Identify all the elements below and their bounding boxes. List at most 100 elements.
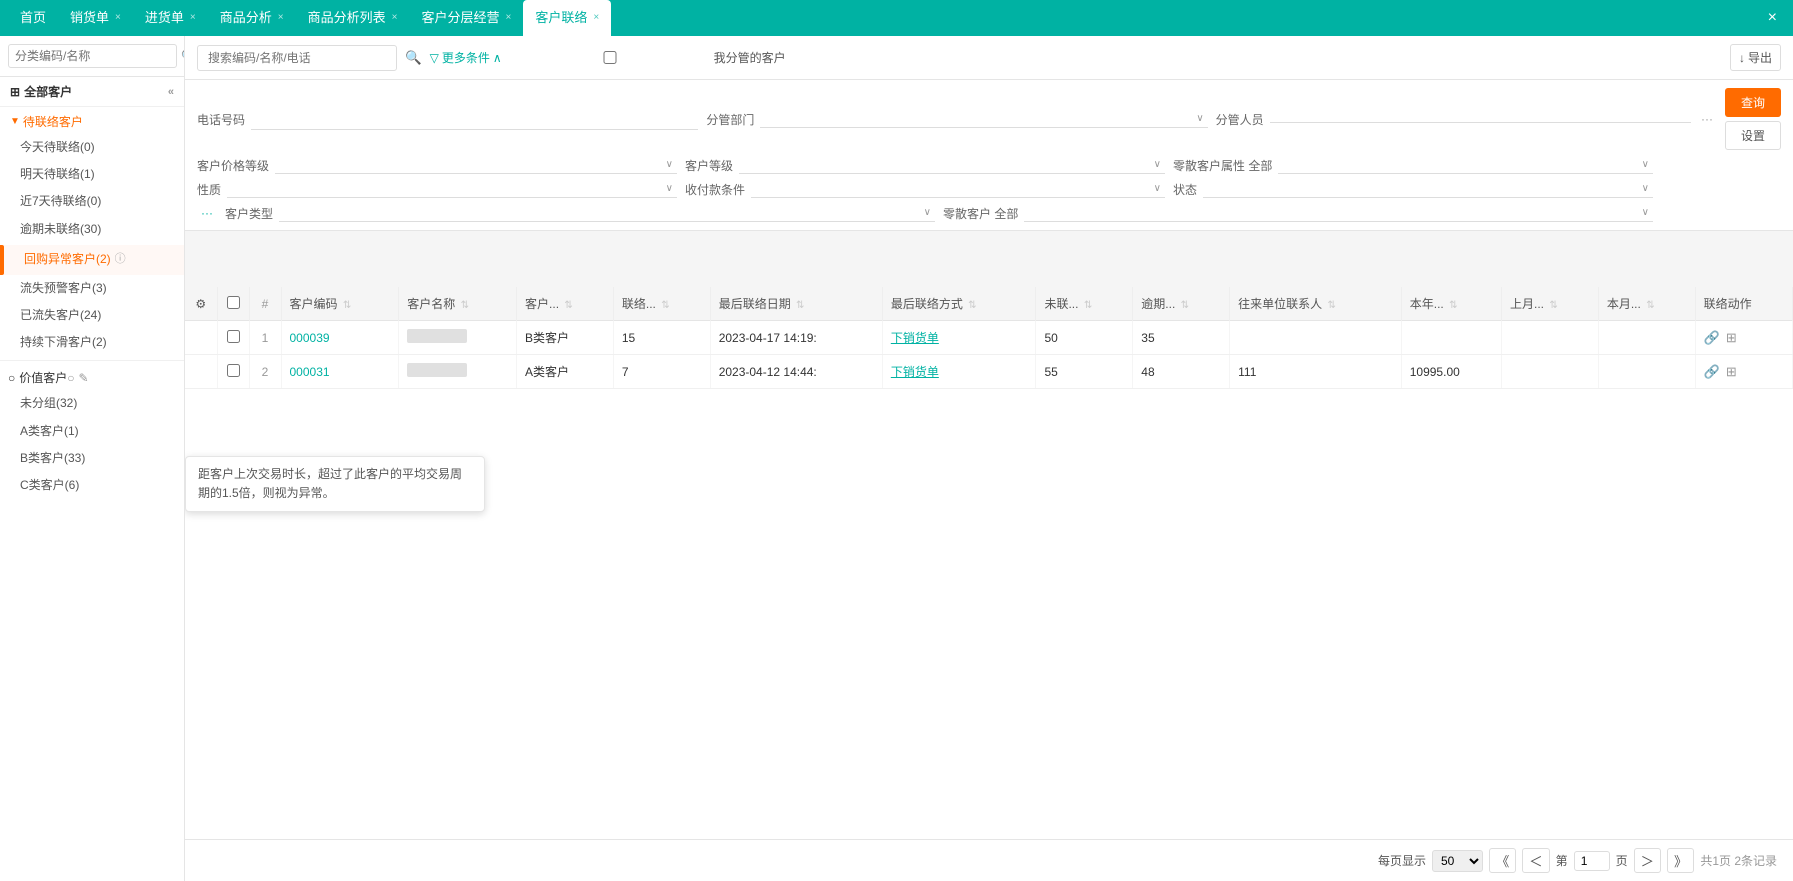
nav-sales[interactable]: 销货单 ×	[58, 0, 133, 36]
declining-customers[interactable]: 持续下滑客户(2)	[0, 329, 184, 356]
lost-customers[interactable]: 已流失客户(24)	[0, 302, 184, 329]
more-conditions-btn[interactable]: ▽ 更多条件 ∧	[430, 49, 502, 66]
phone-input[interactable]	[251, 109, 698, 130]
row-checkbox-1[interactable]	[217, 355, 249, 389]
sidebar-search-input[interactable]	[8, 44, 177, 68]
payment-select[interactable]: ∨	[751, 180, 1165, 198]
next-page-btn[interactable]: ＞	[1634, 848, 1661, 873]
main-search-btn[interactable]: 🔍	[405, 50, 422, 66]
customer-type-select[interactable]: ∨	[279, 204, 935, 222]
table-row: 1 000039 B类客户 15 2023-04-17 14:19: 下销货单 …	[185, 321, 1793, 355]
select-all-checkbox[interactable]	[227, 296, 240, 309]
nav-product-list[interactable]: 商品分析列表 ×	[296, 0, 410, 36]
row-check-1[interactable]	[227, 364, 240, 377]
contact-person-col-header[interactable]: 往来单位联系人 ⇅	[1230, 287, 1402, 321]
department-select[interactable]: ∨	[760, 110, 1207, 128]
nav-purchase[interactable]: 进货单 ×	[133, 0, 208, 36]
type-c-customers[interactable]: C类客户(6)	[0, 472, 184, 499]
settings-col-header[interactable]: ⚙	[185, 287, 217, 321]
main-search-input[interactable]	[197, 45, 397, 71]
my-customers-checkbox[interactable]: 我分管的客户	[510, 49, 786, 66]
contact-col-header[interactable]: 联络... ⇅	[613, 287, 710, 321]
my-customers-check[interactable]	[510, 51, 710, 64]
last-contact-date-col-header[interactable]: 最后联络日期 ⇅	[710, 287, 882, 321]
status-select[interactable]: ∨	[1203, 180, 1653, 198]
department-arrow-icon: ∨	[1196, 113, 1203, 124]
nav-product-list-close[interactable]: ×	[392, 0, 398, 36]
pending-overdue[interactable]: 逾期未联络(30)	[0, 216, 184, 243]
nav-customer-contact-close[interactable]: ×	[593, 0, 599, 36]
last-contact-method-col-header[interactable]: 最后联络方式 ⇅	[882, 287, 1036, 321]
repurchase-abnormal[interactable]: 回购异常客户(2) ⓘ	[4, 245, 184, 275]
filter-row-1: 电话号码 分管部门 ∨ 分管人员 ···	[197, 88, 1781, 150]
row-name-1[interactable]	[399, 355, 517, 389]
type-b-customers[interactable]: B类客户(33)	[0, 445, 184, 472]
setting-btn[interactable]: 设置	[1725, 121, 1781, 150]
nav-customer-tier[interactable]: 客户分层经营 ×	[409, 0, 523, 36]
customer-level-select[interactable]: ∨	[739, 156, 1165, 174]
page-number-input[interactable]	[1574, 851, 1610, 871]
per-page-select[interactable]: 50 20 100	[1432, 850, 1483, 872]
ungroup-customers[interactable]: 未分组(32)	[0, 390, 184, 417]
uncontacted-col-header[interactable]: 未联... ⇅	[1036, 287, 1133, 321]
customer-type-col-header[interactable]: 客户... ⇅	[517, 287, 614, 321]
retail-attr-select[interactable]: ∨	[1278, 156, 1653, 174]
manager-select[interactable]	[1270, 116, 1691, 123]
price-level-select[interactable]: ∨	[275, 156, 677, 174]
row-link-icon-0[interactable]: 🔗	[1704, 330, 1720, 346]
prev-page-btn[interactable]: ＜	[1522, 848, 1549, 873]
row-link-icon-1[interactable]: 🔗	[1704, 364, 1720, 380]
row-method-0[interactable]: 下销货单	[882, 321, 1036, 355]
first-page-btn[interactable]: 《	[1489, 848, 1516, 873]
type-a-customers[interactable]: A类客户(1)	[0, 418, 184, 445]
checkbox-col-header[interactable]	[217, 287, 249, 321]
pending-today[interactable]: 今天待联络(0)	[0, 134, 184, 161]
value-group-icon1[interactable]: ○	[67, 371, 74, 385]
filter-btn-group: 查询 设置	[1725, 88, 1781, 150]
row-checkbox-0[interactable]	[217, 321, 249, 355]
sidebar-collapse-btn[interactable]: «	[168, 86, 174, 98]
contact-sort-icon: ⇅	[661, 300, 669, 311]
row-check-0[interactable]	[227, 330, 240, 343]
pending-7days[interactable]: 近7天待联络(0)	[0, 188, 184, 215]
gender-select[interactable]: ∨	[227, 180, 677, 198]
nav-product-analysis-close[interactable]: ×	[278, 0, 284, 36]
code-col-header[interactable]: 客户编码 ⇅	[281, 287, 399, 321]
row-grid-icon-1[interactable]: ⊞	[1726, 364, 1737, 380]
nav-sales-close[interactable]: ×	[115, 0, 121, 36]
row-code-0[interactable]: 000039	[281, 321, 399, 355]
this-month-col-header[interactable]: 本月... ⇅	[1598, 287, 1695, 321]
lost-warning[interactable]: 流失预警客户(3)	[0, 275, 184, 302]
export-icon: ↓	[1739, 51, 1745, 65]
gender-arrow-icon: ∨	[666, 183, 673, 194]
nav-product-analysis[interactable]: 商品分析 ×	[208, 0, 296, 36]
row-grid-icon-0[interactable]: ⊞	[1726, 330, 1737, 346]
pending-group-title[interactable]: ▼ 待联络客户	[0, 109, 184, 134]
last-page-btn[interactable]: 》	[1667, 848, 1694, 873]
row-settings-1	[185, 355, 217, 389]
row-method-1[interactable]: 下销货单	[882, 355, 1036, 389]
info-icon[interactable]: ⓘ	[115, 251, 126, 269]
last-month-col-header[interactable]: 上月... ⇅	[1502, 287, 1599, 321]
manager-dots[interactable]: ···	[1697, 112, 1717, 126]
nav-home[interactable]: 首页	[8, 0, 58, 36]
row-name-0[interactable]	[399, 321, 517, 355]
lastmonth-sort-icon: ⇅	[1549, 300, 1557, 311]
window-close-btn[interactable]: ×	[1760, 9, 1785, 27]
retail-select[interactable]: ∨	[1024, 204, 1653, 222]
nav-customer-contact[interactable]: 客户联络 ×	[523, 0, 611, 36]
all-customers-header[interactable]: ⊞ 全部客户 «	[0, 77, 184, 107]
row-person-1: 111	[1230, 355, 1402, 389]
more-dots-btn[interactable]: ···	[197, 206, 217, 220]
name-col-header[interactable]: 客户名称 ⇅	[399, 287, 517, 321]
this-year-col-header[interactable]: 本年... ⇅	[1401, 287, 1501, 321]
pending-tomorrow[interactable]: 明天待联络(1)	[0, 161, 184, 188]
export-btn[interactable]: ↓ 导出	[1730, 44, 1781, 71]
query-btn[interactable]: 查询	[1725, 88, 1781, 117]
value-group-edit-icon[interactable]: ✎	[79, 371, 89, 385]
nav-purchase-close[interactable]: ×	[190, 0, 196, 36]
row-code-1[interactable]: 000031	[281, 355, 399, 389]
nav-customer-tier-close[interactable]: ×	[505, 0, 511, 36]
overdue-col-header[interactable]: 逾期... ⇅	[1133, 287, 1230, 321]
value-group-header[interactable]: ○ 价值客户 ○ ✎	[0, 365, 184, 390]
